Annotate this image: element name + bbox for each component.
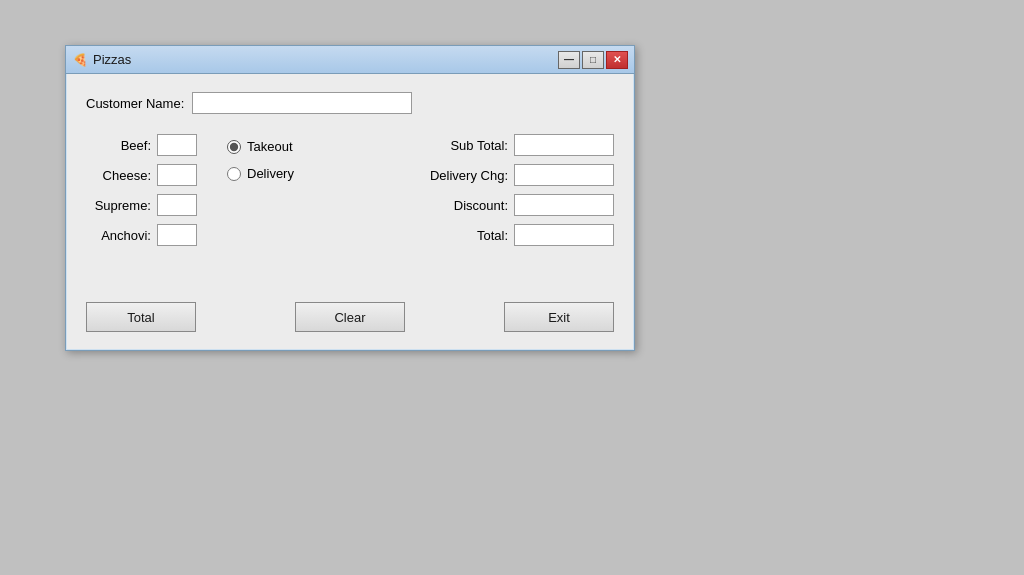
beef-row: Beef: [86, 134, 197, 156]
close-button[interactable]: ✕ [606, 51, 628, 69]
customer-name-input[interactable] [192, 92, 412, 114]
order-type-group: Takeout Delivery [227, 134, 294, 254]
buttons-row: Total Clear Exit [66, 302, 634, 332]
delivery-radio[interactable] [227, 167, 241, 181]
title-bar-buttons: — □ ✕ [558, 51, 628, 69]
takeout-radio[interactable] [227, 140, 241, 154]
takeout-option[interactable]: Takeout [227, 139, 294, 154]
beef-label: Beef: [86, 138, 151, 153]
anchovi-label: Anchovi: [86, 228, 151, 243]
total-input[interactable] [514, 224, 614, 246]
delivery-option[interactable]: Delivery [227, 166, 294, 181]
delivery-chg-input[interactable] [514, 164, 614, 186]
supreme-input[interactable] [157, 194, 197, 216]
main-area: Beef: Cheese: Supreme: Anchovi: [86, 134, 614, 254]
delivery-chg-row: Delivery Chg: [334, 164, 614, 186]
main-window: 🍕 Pizzas — □ ✕ Customer Name: Beef: Chee… [65, 45, 635, 351]
discount-row: Discount: [334, 194, 614, 216]
subtotal-label: Sub Total: [450, 138, 508, 153]
minimize-button[interactable]: — [558, 51, 580, 69]
cheese-row: Cheese: [86, 164, 197, 186]
maximize-button[interactable]: □ [582, 51, 604, 69]
customer-name-row: Customer Name: [86, 92, 614, 114]
total-row: Total: [334, 224, 614, 246]
window-content: Customer Name: Beef: Cheese: Supreme: [66, 74, 634, 274]
supreme-row: Supreme: [86, 194, 197, 216]
subtotal-row: Sub Total: [334, 134, 614, 156]
takeout-label: Takeout [247, 139, 293, 154]
window-title: Pizzas [93, 52, 131, 67]
exit-button[interactable]: Exit [504, 302, 614, 332]
delivery-label: Delivery [247, 166, 294, 181]
supreme-label: Supreme: [86, 198, 151, 213]
clear-button[interactable]: Clear [295, 302, 405, 332]
delivery-chg-label: Delivery Chg: [430, 168, 508, 183]
title-bar-left: 🍕 Pizzas [72, 52, 131, 68]
cheese-input[interactable] [157, 164, 197, 186]
total-label: Total: [477, 228, 508, 243]
subtotal-input[interactable] [514, 134, 614, 156]
discount-label: Discount: [454, 198, 508, 213]
app-icon: 🍕 [72, 52, 88, 68]
anchovi-input[interactable] [157, 224, 197, 246]
discount-input[interactable] [514, 194, 614, 216]
total-button[interactable]: Total [86, 302, 196, 332]
cheese-label: Cheese: [86, 168, 151, 183]
pizza-types-section: Beef: Cheese: Supreme: Anchovi: [86, 134, 197, 254]
customer-name-label: Customer Name: [86, 96, 184, 111]
title-bar: 🍕 Pizzas — □ ✕ [66, 46, 634, 74]
anchovi-row: Anchovi: [86, 224, 197, 246]
beef-input[interactable] [157, 134, 197, 156]
totals-section: Sub Total: Delivery Chg: Discount: Total… [334, 134, 614, 254]
